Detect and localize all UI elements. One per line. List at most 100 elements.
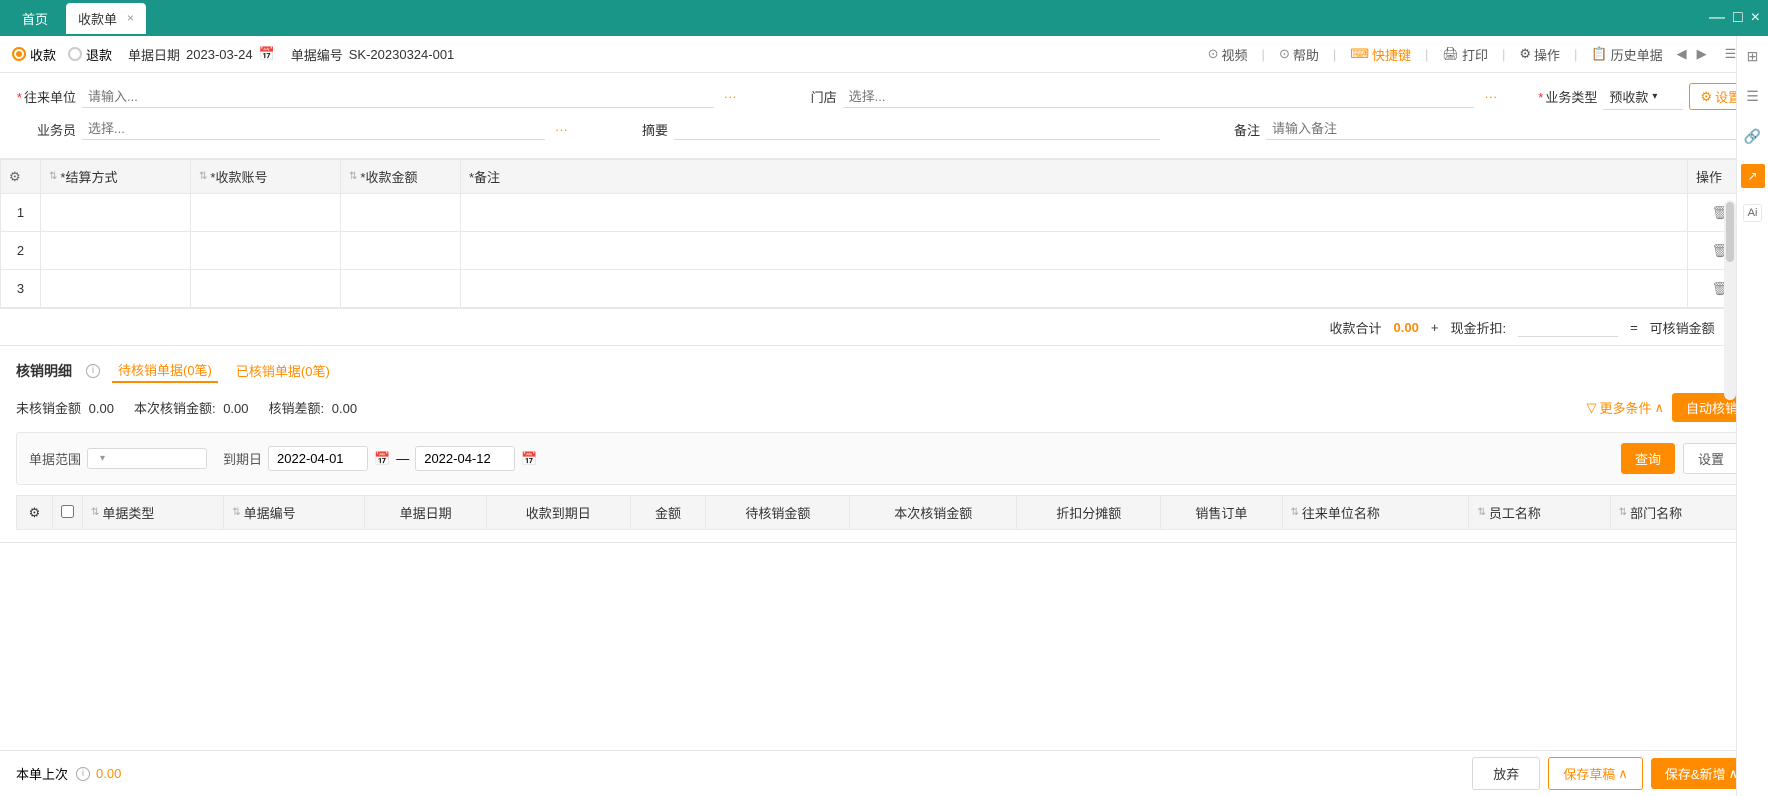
scrollbar-area[interactable] bbox=[1724, 200, 1736, 400]
th-account: ⇅ *收款账号 bbox=[191, 160, 341, 194]
notes-input[interactable] bbox=[1266, 118, 1752, 140]
business-type-select[interactable]: 预收款 ▾ bbox=[1603, 84, 1683, 110]
calendar-end-icon[interactable]: 📅 bbox=[521, 451, 537, 467]
store-input[interactable] bbox=[843, 86, 1475, 108]
calendar-icon[interactable]: 📅 bbox=[259, 46, 275, 62]
discount-input[interactable] bbox=[1518, 317, 1618, 337]
writeoff-info-icon[interactable]: i bbox=[86, 364, 100, 378]
footer-right: 放弃 保存草稿 ∧ 保存&新增 ∧ bbox=[1472, 757, 1752, 790]
due-date-end-input[interactable] bbox=[415, 446, 515, 471]
row-account-1[interactable] bbox=[191, 194, 341, 232]
scrollbar-thumb[interactable] bbox=[1726, 202, 1734, 262]
due-date-start-input[interactable] bbox=[268, 446, 368, 471]
completed-tab[interactable]: 已核销单据(0笔) bbox=[230, 359, 336, 382]
tab-home[interactable]: 首页 bbox=[8, 3, 62, 34]
row-note-2[interactable] bbox=[461, 232, 1688, 270]
row-num-2: 2 bbox=[1, 232, 41, 270]
summary-input[interactable] bbox=[674, 118, 1160, 140]
business-type-label: 业务类型 bbox=[1537, 87, 1597, 106]
window-maximize-btn[interactable]: □ bbox=[1733, 9, 1743, 27]
nav-left-btn[interactable]: ◀ bbox=[1673, 44, 1691, 64]
sidebar-link-icon[interactable]: 🔗 bbox=[1741, 124, 1765, 148]
radio-return[interactable]: 退款 bbox=[68, 45, 112, 64]
summary-row: 收款合计 0.00 + 现金折扣: = 可核销金额 0.00 bbox=[0, 309, 1768, 346]
writeoff-section: 核销明细 i 待核销单据(0笔) 已核销单据(0笔) 未核销金额 0.00 本次… bbox=[0, 346, 1768, 543]
row-note-3[interactable] bbox=[461, 270, 1688, 308]
th-gear[interactable]: ⚙ bbox=[1, 160, 41, 194]
top-toolbar: 收款 退款 单据日期 2023-03-24 📅 单据编号 SK-20230324… bbox=[0, 36, 1768, 73]
help-btn[interactable]: ⊙ 帮助 bbox=[1279, 45, 1319, 64]
calendar-start-icon[interactable]: 📅 bbox=[374, 451, 390, 467]
range-select[interactable]: ▾ bbox=[87, 448, 207, 469]
nav-right-btn[interactable]: ▶ bbox=[1693, 44, 1711, 64]
diff-stat: 核销差额: 0.00 bbox=[269, 398, 358, 417]
footer-info-icon[interactable]: i bbox=[76, 767, 90, 781]
window-close-btn[interactable]: × bbox=[1751, 9, 1760, 27]
divider2: | bbox=[1333, 47, 1336, 62]
radio-receive[interactable]: 收款 bbox=[12, 45, 56, 64]
row-note-1[interactable] bbox=[461, 194, 1688, 232]
filter-fields: 单据范围 ▾ 到期日 📅 — 📅 查询 设置 bbox=[16, 432, 1752, 485]
bth-doc-number: ⇅ 单据编号 bbox=[224, 496, 365, 530]
abandon-btn[interactable]: 放弃 bbox=[1472, 757, 1540, 790]
ai-badge[interactable]: Ai bbox=[1743, 204, 1763, 222]
staff-label: 业务员 bbox=[16, 120, 76, 139]
tab-close-btn[interactable]: × bbox=[127, 11, 134, 25]
total-value: 0.00 bbox=[1394, 320, 1419, 335]
row-amount-1[interactable] bbox=[341, 194, 461, 232]
due-date-field: 到期日 📅 — 📅 bbox=[223, 446, 537, 471]
window-minimize-btn[interactable]: — bbox=[1709, 9, 1725, 27]
row-amount-2[interactable] bbox=[341, 232, 461, 270]
btable-gear-icon[interactable]: ⚙ bbox=[29, 505, 41, 520]
video-btn[interactable]: ⊙ 视频 bbox=[1208, 45, 1248, 64]
radio-group: 收款 退款 bbox=[12, 45, 112, 64]
row-account-2[interactable] bbox=[191, 232, 341, 270]
shortcut-btn[interactable]: ⌨ 快捷键 bbox=[1350, 45, 1411, 64]
operations-btn[interactable]: ⚙ 操作 bbox=[1519, 45, 1560, 64]
equals-sign: = bbox=[1630, 320, 1638, 335]
store-more-btn[interactable]: ··· bbox=[1484, 89, 1497, 104]
tab-active[interactable]: 收款单 × bbox=[66, 3, 146, 34]
doc-number-value[interactable]: SK-20230324-001 bbox=[349, 47, 455, 62]
row-amount-3[interactable] bbox=[341, 270, 461, 308]
date-separator: — bbox=[396, 451, 409, 466]
row-settle-1[interactable] bbox=[41, 194, 191, 232]
row-settle-2[interactable] bbox=[41, 232, 191, 270]
bth-doc-date: 单据日期 bbox=[365, 496, 486, 530]
table-section: ⚙ ⇅ *结算方式 ⇅ *收款账号 bbox=[0, 159, 1768, 309]
bth-checkbox[interactable] bbox=[53, 496, 83, 530]
writeoff-stats: 未核销金额 0.00 本次核销金额: 0.00 核销差额: 0.00 ▽ 更多条… bbox=[16, 393, 1752, 422]
sidebar-table-icon[interactable]: ⊞ bbox=[1741, 44, 1765, 68]
print-btn[interactable]: 🖨 打印 bbox=[1442, 45, 1488, 64]
history-btn[interactable]: 📋 历史单据 bbox=[1591, 45, 1662, 64]
date-value[interactable]: 2023-03-24 bbox=[186, 47, 253, 62]
row-account-3[interactable] bbox=[191, 270, 341, 308]
bth-gear[interactable]: ⚙ bbox=[17, 496, 53, 530]
radio-return-dot bbox=[68, 47, 82, 61]
query-btn[interactable]: 查询 bbox=[1621, 443, 1675, 474]
doc-number-field: 单据编号 SK-20230324-001 bbox=[291, 45, 455, 64]
sidebar-expand-icon[interactable]: ↗ bbox=[1741, 164, 1765, 188]
range-chevron-icon: ▾ bbox=[100, 453, 105, 464]
table-gear-icon[interactable]: ⚙ bbox=[9, 169, 21, 184]
date-label: 单据日期 bbox=[128, 45, 180, 64]
table-row: 3 🗑 ⧉ bbox=[1, 270, 1768, 308]
last-value: 0.00 bbox=[96, 766, 121, 781]
more-filters-btn[interactable]: ▽ 更多条件 ∧ bbox=[1586, 398, 1664, 417]
row-settle-3[interactable] bbox=[41, 270, 191, 308]
counterpart-more-btn[interactable]: ··· bbox=[724, 89, 737, 104]
save-draft-btn[interactable]: 保存草稿 ∧ bbox=[1548, 757, 1643, 790]
select-all-checkbox[interactable] bbox=[61, 505, 74, 518]
total-label: 收款合计 bbox=[1330, 318, 1382, 337]
bth-current: 本次核销金额 bbox=[850, 496, 1017, 530]
staff-input[interactable] bbox=[82, 118, 545, 140]
staff-more-btn[interactable]: ··· bbox=[555, 122, 568, 137]
th-note: *备注 bbox=[461, 160, 1688, 194]
sidebar-list-icon[interactable]: ☰ bbox=[1741, 84, 1765, 108]
filter-settings-btn[interactable]: 设置 bbox=[1683, 443, 1739, 474]
radio-receive-dot bbox=[12, 47, 26, 61]
tab-active-label: 收款单 bbox=[78, 9, 117, 28]
bth-due-date: 收款到期日 bbox=[486, 496, 630, 530]
counterpart-input[interactable] bbox=[82, 86, 714, 108]
pending-tab[interactable]: 待核销单据(0笔) bbox=[112, 358, 218, 383]
